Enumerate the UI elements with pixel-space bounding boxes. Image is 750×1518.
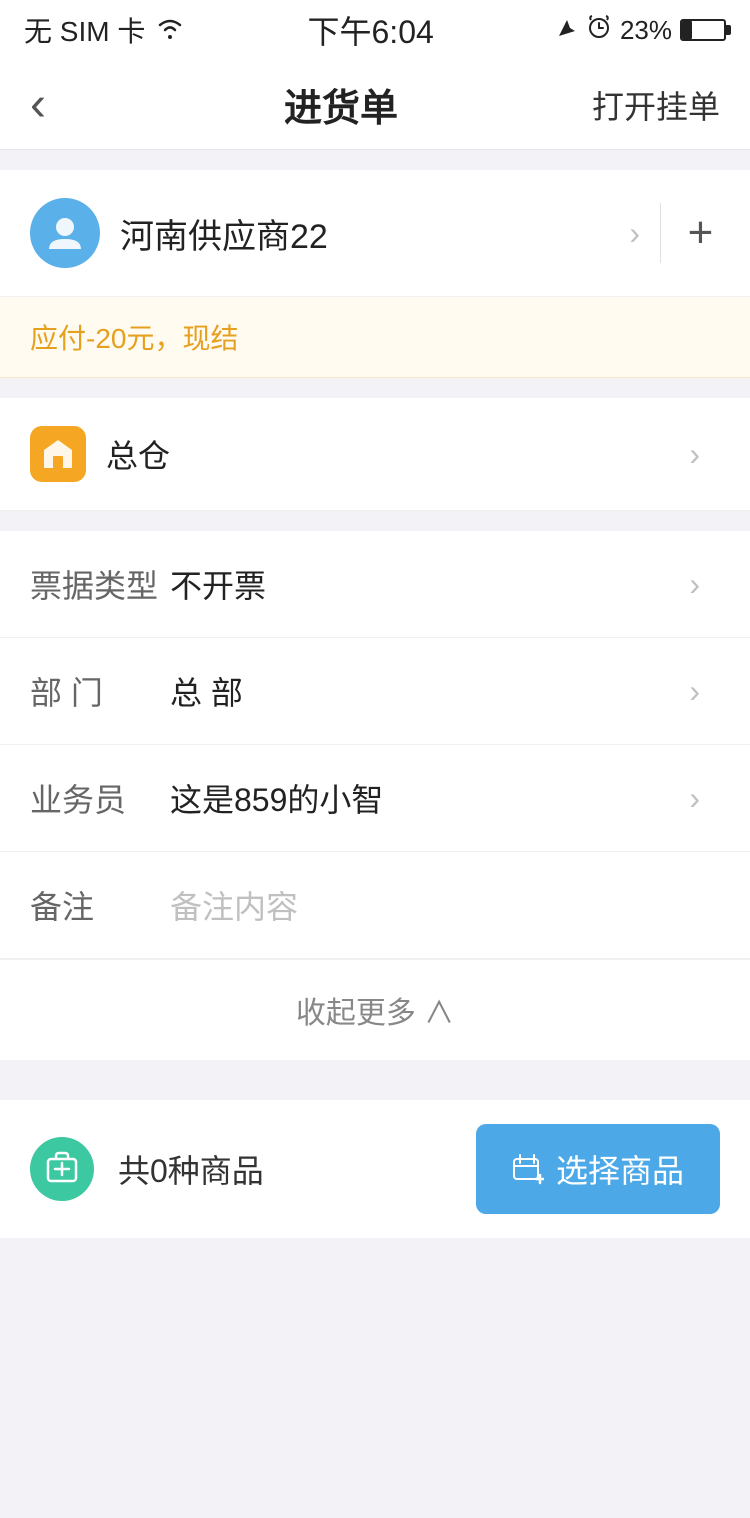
gap-3 [0,511,750,531]
select-product-label: 选择商品 [556,1146,684,1192]
invoice-type-row[interactable]: 票据类型 不开票 › [0,531,750,638]
status-time: 下午6:04 [308,7,434,53]
supplier-chevron-icon: › [629,215,640,252]
bottom-bar: 共0种商品 选择商品 [0,1100,750,1238]
status-right: 23% [556,14,726,47]
select-product-icon [512,1153,544,1185]
notice-text: 应付-20元，现结 [30,323,238,354]
supplier-row[interactable]: 河南供应商22 › + [0,170,750,297]
salesperson-value: 这是859的小智 [170,775,689,821]
remark-label: 备注 [30,882,170,928]
department-value: 总 部 [170,668,689,714]
gap-4 [0,1060,750,1080]
salesperson-row[interactable]: 业务员 这是859的小智 › [0,745,750,852]
supplier-add-button[interactable]: + [660,203,720,263]
product-icon-wrap [30,1137,94,1201]
select-product-button[interactable]: 选择商品 [476,1124,720,1214]
wifi-icon [155,14,185,46]
remark-row[interactable]: 备注 备注内容 [0,852,750,959]
supplier-section: 河南供应商22 › + 应付-20元，现结 [0,170,750,378]
warehouse-name: 总仓 [106,431,689,477]
page-title: 进货单 [284,77,398,132]
alarm-icon [586,14,612,47]
battery-percent: 23% [620,15,672,46]
collapse-button[interactable]: 收起更多 ∧ [0,959,750,1060]
gap-1 [0,150,750,170]
sim-label: 无 SIM 卡 [24,10,145,50]
remark-placeholder: 备注内容 [170,882,720,928]
back-button[interactable]: ‹ [30,77,90,132]
collapse-label: 收起更多 ∧ [296,988,454,1032]
invoice-type-value: 不开票 [170,561,689,607]
status-bar: 无 SIM 卡 下午6:04 23% [0,0,750,60]
department-row[interactable]: 部 门 总 部 › [0,638,750,745]
nav-bar: ‹ 进货单 打开挂单 [0,60,750,150]
salesperson-label: 业务员 [30,775,170,821]
department-chevron-icon: › [689,673,700,710]
notice-bar: 应付-20元，现结 [0,297,750,378]
form-section: 票据类型 不开票 › 部 门 总 部 › 业务员 这是859的小智 › 备注 备… [0,531,750,1060]
background-fill [0,1238,750,1518]
invoice-type-label: 票据类型 [30,561,170,607]
status-left: 无 SIM 卡 [24,10,185,50]
battery-icon [680,19,726,41]
supplier-avatar [30,198,100,268]
open-pending-button[interactable]: 打开挂单 [592,82,720,128]
invoice-type-chevron-icon: › [689,566,700,603]
department-label: 部 门 [30,668,170,714]
location-icon [556,15,578,46]
gap-2 [0,378,750,398]
warehouse-icon-wrap [30,426,86,482]
product-count: 共0种商品 [118,1146,452,1192]
salesperson-chevron-icon: › [689,780,700,817]
supplier-name: 河南供应商22 [120,209,629,258]
warehouse-row[interactable]: 总仓 › [0,398,750,511]
warehouse-chevron-icon: › [689,436,700,473]
